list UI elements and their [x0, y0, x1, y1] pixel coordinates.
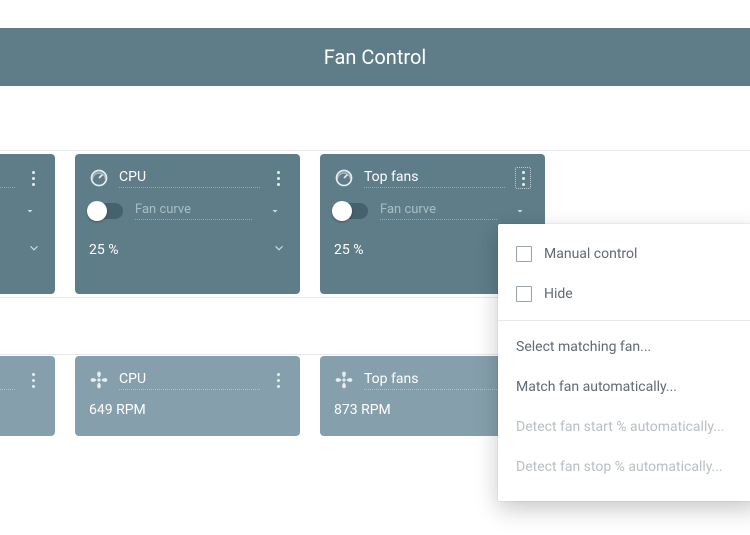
menu-item-match-auto[interactable]: Match fan automatically... — [498, 367, 750, 407]
menu-item-label: Manual control — [544, 246, 637, 262]
fan-icon — [89, 370, 109, 390]
more-menu-button[interactable] — [270, 167, 286, 189]
sensor-card: CPU 649 RPM — [75, 356, 300, 436]
gauge-icon — [334, 168, 354, 188]
app-title: Fan Control — [324, 45, 426, 69]
chevron-down-icon[interactable] — [27, 240, 41, 259]
control-card: CPU Fan curve 25 % — [75, 154, 300, 294]
menu-item-label: Hide — [544, 286, 573, 302]
context-menu: Manual control Hide Select matching fan.… — [498, 224, 750, 501]
menu-item-label: Detect fan stop % automatically... — [516, 459, 723, 475]
more-menu-button[interactable] — [270, 369, 286, 391]
sensor-rpm: 649 RPM — [89, 402, 286, 418]
sensor-card: e RT: — [0, 356, 55, 436]
fan-icon — [334, 370, 354, 390]
checkbox-icon[interactable] — [516, 246, 532, 262]
fan-percent: 25 % — [89, 242, 118, 258]
menu-divider — [498, 320, 750, 321]
checkbox-icon[interactable] — [516, 286, 532, 302]
manual-toggle[interactable] — [89, 203, 123, 219]
control-card: orce — [0, 154, 55, 294]
manual-toggle[interactable] — [334, 203, 368, 219]
app-header: Fan Control — [0, 28, 750, 86]
menu-item-select-fan[interactable]: Select matching fan... — [498, 327, 750, 367]
chevron-down-icon[interactable] — [272, 240, 286, 259]
more-menu-button[interactable] — [25, 167, 41, 189]
control-card-title[interactable]: Top fans — [364, 169, 505, 188]
menu-item-label: Select matching fan... — [516, 339, 651, 355]
menu-item-hide[interactable]: Hide — [498, 274, 750, 314]
dropdown-caret-icon[interactable] — [19, 200, 41, 222]
dropdown-caret-icon[interactable] — [264, 200, 286, 222]
control-card-title[interactable]: CPU — [119, 169, 260, 188]
fan-percent: 25 % — [334, 242, 363, 258]
more-menu-button[interactable] — [25, 369, 41, 391]
sensor-card-title[interactable]: CPU — [119, 371, 260, 390]
sensor-card-title[interactable]: e RT: — [0, 371, 15, 390]
sensor-card-title[interactable]: Top fans — [364, 371, 505, 390]
menu-item-detect-start: Detect fan start % automatically... — [498, 407, 750, 447]
menu-item-label: Detect fan start % automatically... — [516, 419, 724, 435]
more-menu-button[interactable] — [515, 167, 531, 189]
gauge-icon — [89, 168, 109, 188]
fan-curve-dropdown[interactable]: Fan curve — [135, 202, 252, 220]
control-card-title[interactable]: orce — [0, 169, 15, 188]
menu-item-label: Match fan automatically... — [516, 379, 677, 395]
fan-curve-dropdown[interactable]: Fan curve — [380, 202, 497, 220]
menu-item-detect-stop: Detect fan stop % automatically... — [498, 447, 750, 487]
menu-item-manual-control[interactable]: Manual control — [498, 234, 750, 274]
dropdown-caret-icon[interactable] — [509, 200, 531, 222]
